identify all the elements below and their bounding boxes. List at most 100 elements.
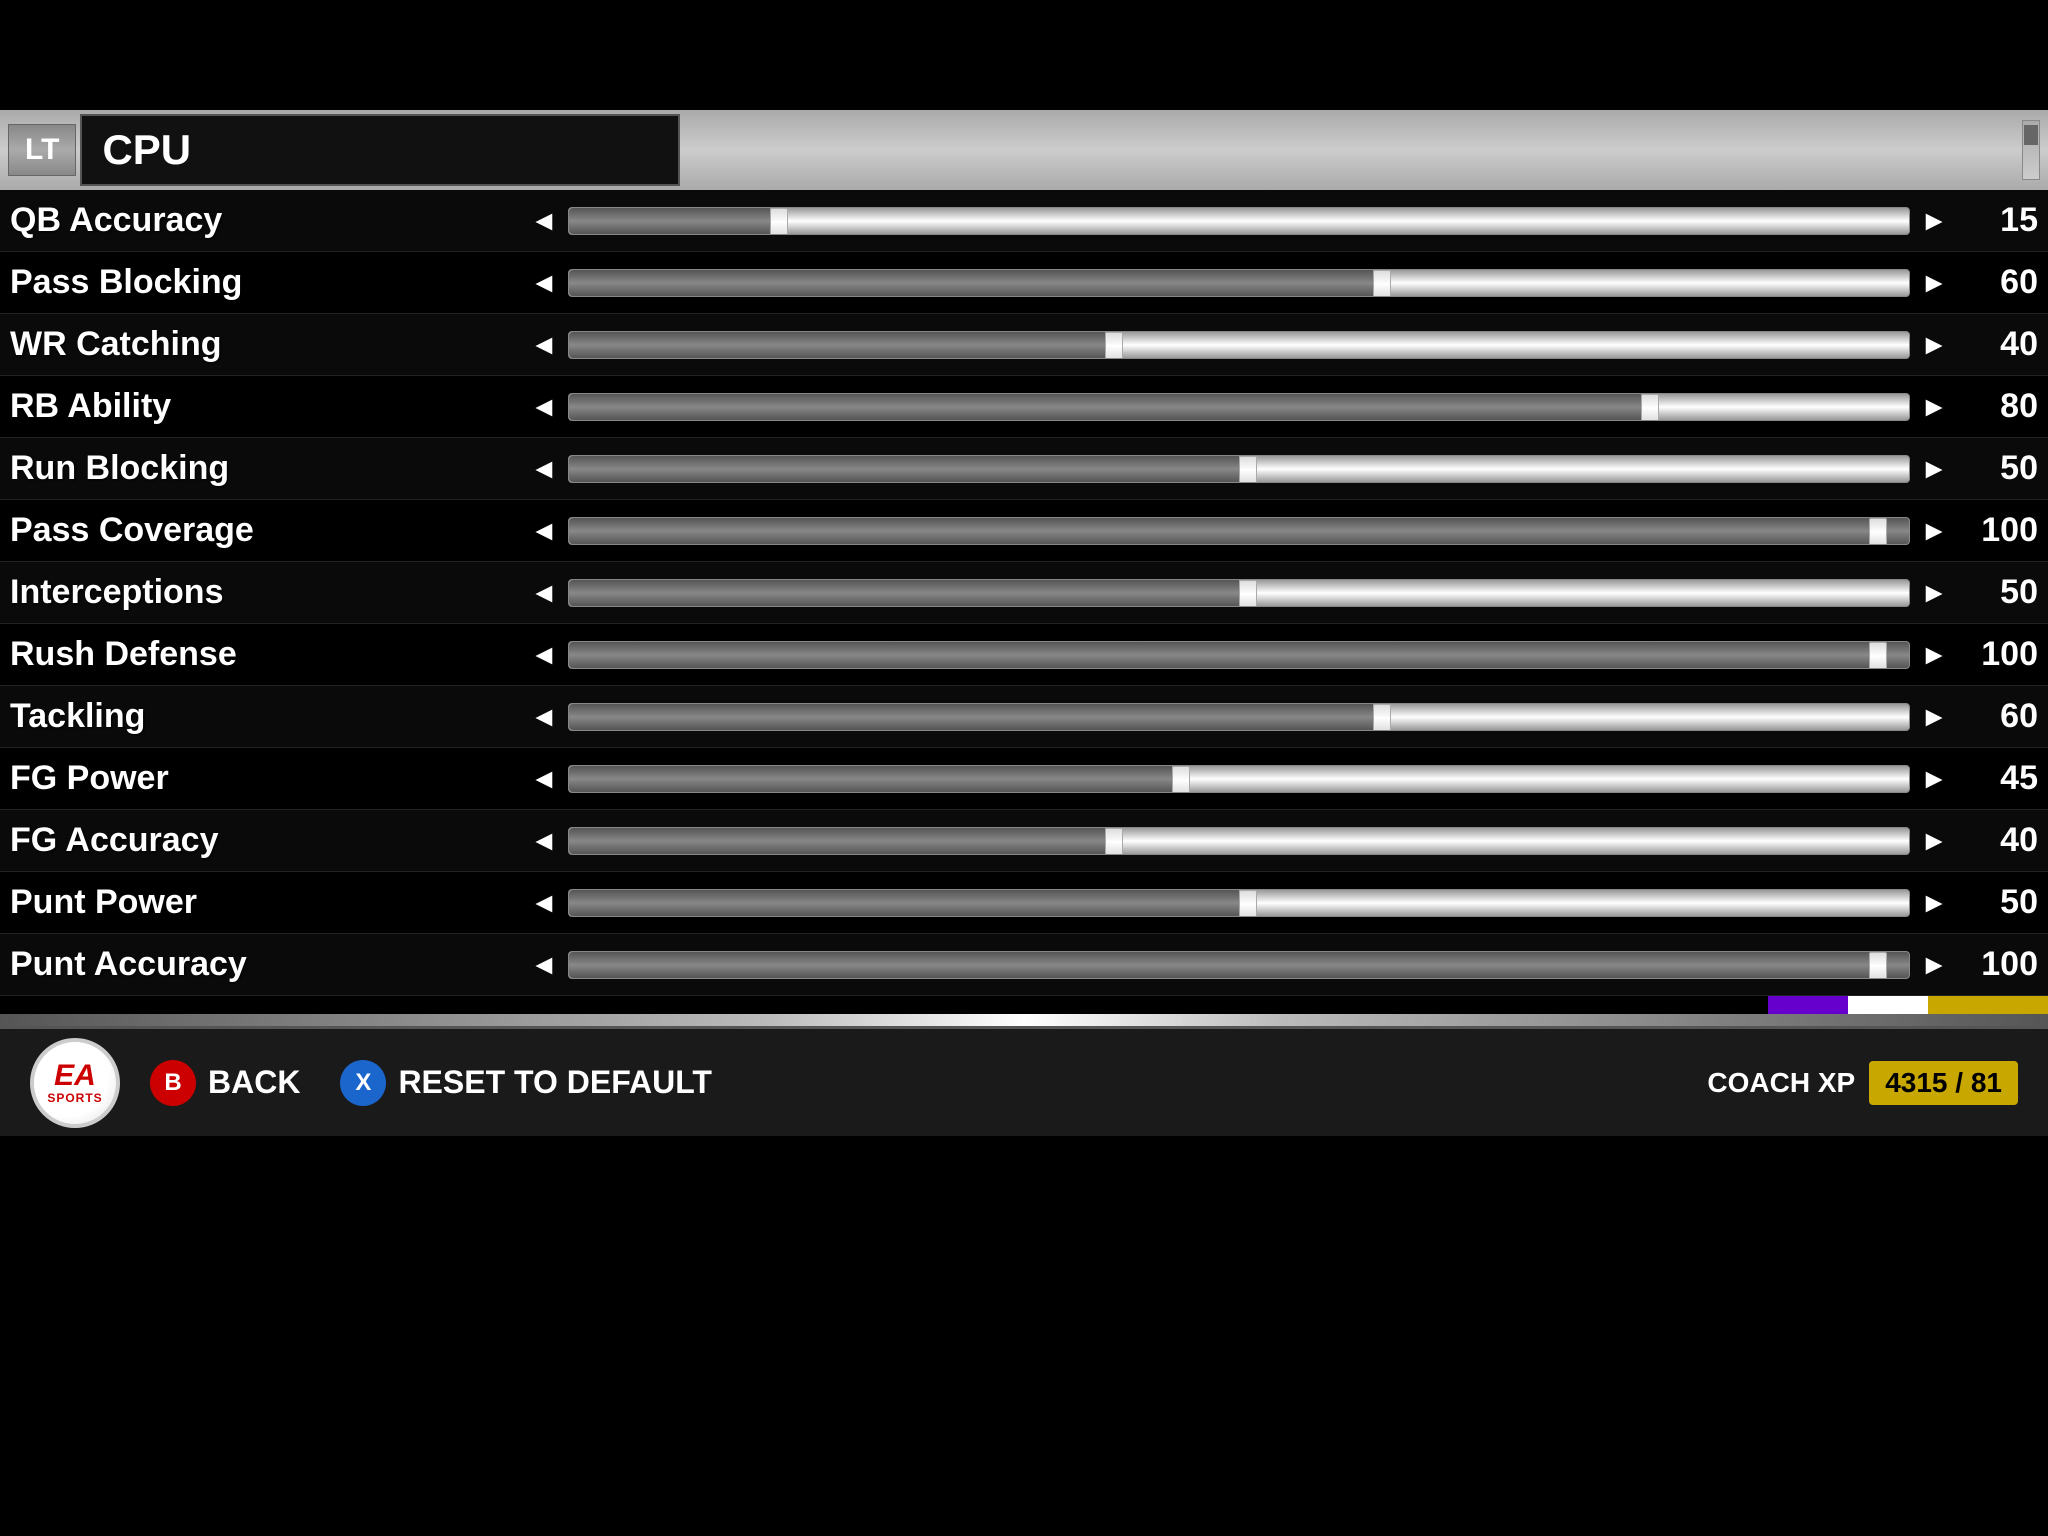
arrow-left-icon[interactable]: ◄ xyxy=(530,639,558,671)
slider-thumb xyxy=(1239,456,1257,483)
stat-label: Run Blocking xyxy=(10,449,530,488)
slider-track[interactable] xyxy=(568,269,1911,297)
slider-track[interactable] xyxy=(568,331,1911,359)
slider-track[interactable] xyxy=(568,455,1911,483)
top-area xyxy=(0,0,2048,110)
button-group: B BACK X RESET TO DEFAULT xyxy=(150,1060,712,1106)
slider-thumb xyxy=(1373,704,1391,731)
arrow-right-icon[interactable]: ► xyxy=(1920,887,1948,919)
stat-row[interactable]: Rush Defense◄►100 xyxy=(0,624,2048,686)
arrow-left-icon[interactable]: ◄ xyxy=(530,887,558,919)
arrow-right-icon[interactable]: ► xyxy=(1920,577,1948,609)
slider-area: ◄► xyxy=(530,329,1948,361)
arrow-left-icon[interactable]: ◄ xyxy=(530,205,558,237)
stat-row[interactable]: FG Accuracy◄►40 xyxy=(0,810,2048,872)
slider-track[interactable] xyxy=(568,765,1911,793)
slider-area: ◄► xyxy=(530,205,1948,237)
arrow-right-icon[interactable]: ► xyxy=(1920,329,1948,361)
stat-value: 100 xyxy=(1948,511,2038,550)
slider-fill xyxy=(569,270,1373,296)
slider-area: ◄► xyxy=(530,515,1948,547)
slider-track[interactable] xyxy=(568,827,1911,855)
arrow-left-icon[interactable]: ◄ xyxy=(530,453,558,485)
arrow-left-icon[interactable]: ◄ xyxy=(530,577,558,609)
slider-area: ◄► xyxy=(530,949,1948,981)
stat-row[interactable]: QB Accuracy◄►15 xyxy=(0,190,2048,252)
arrow-left-icon[interactable]: ◄ xyxy=(530,329,558,361)
arrow-left-icon[interactable]: ◄ xyxy=(530,515,558,547)
stat-row[interactable]: FG Power◄►45 xyxy=(0,748,2048,810)
scrollbar[interactable] xyxy=(2022,120,2040,180)
stat-label: RB Ability xyxy=(10,387,530,426)
slider-fill xyxy=(569,766,1172,792)
scrollbar-thumb xyxy=(2024,125,2038,145)
stat-row[interactable]: Pass Blocking◄►60 xyxy=(0,252,2048,314)
stat-row[interactable]: WR Catching◄►40 xyxy=(0,314,2048,376)
slider-thumb xyxy=(1172,766,1190,793)
back-btn-item[interactable]: B BACK xyxy=(150,1060,300,1106)
slider-track[interactable] xyxy=(568,579,1911,607)
arrow-right-icon[interactable]: ► xyxy=(1920,515,1948,547)
arrow-right-icon[interactable]: ► xyxy=(1920,763,1948,795)
sports-text: SPORTS xyxy=(47,1091,102,1105)
tab-lt[interactable]: LT xyxy=(8,124,76,176)
arrow-right-icon[interactable]: ► xyxy=(1920,949,1948,981)
slider-track[interactable] xyxy=(568,703,1911,731)
arrow-right-icon[interactable]: ► xyxy=(1920,701,1948,733)
arrow-left-icon[interactable]: ◄ xyxy=(530,391,558,423)
stat-value: 50 xyxy=(1948,449,2038,488)
stat-value: 60 xyxy=(1948,263,2038,302)
stat-label: FG Accuracy xyxy=(10,821,530,860)
stat-label: Interceptions xyxy=(10,573,530,612)
slider-area: ◄► xyxy=(530,887,1948,919)
slider-thumb xyxy=(1239,580,1257,607)
arrow-right-icon[interactable]: ► xyxy=(1920,825,1948,857)
stat-value: 45 xyxy=(1948,759,2038,798)
coach-xp: COACH XP 4315 / 81 xyxy=(1707,1061,2018,1105)
x-button[interactable]: X xyxy=(340,1060,386,1106)
arrow-left-icon[interactable]: ◄ xyxy=(530,701,558,733)
slider-area: ◄► xyxy=(530,825,1948,857)
arrow-left-icon[interactable]: ◄ xyxy=(530,763,558,795)
stat-row[interactable]: Punt Power◄►50 xyxy=(0,872,2048,934)
stat-label: Rush Defense xyxy=(10,635,530,674)
arrow-left-icon[interactable]: ◄ xyxy=(530,949,558,981)
slider-track[interactable] xyxy=(568,517,1911,545)
arrow-right-icon[interactable]: ► xyxy=(1920,639,1948,671)
stat-row[interactable]: RB Ability◄►80 xyxy=(0,376,2048,438)
stat-row[interactable]: Tackling◄►60 xyxy=(0,686,2048,748)
arrow-right-icon[interactable]: ► xyxy=(1920,453,1948,485)
band-white xyxy=(1848,996,1928,1014)
stat-row[interactable]: Interceptions◄ ►50 xyxy=(0,562,2048,624)
stat-value: 50 xyxy=(1948,573,2038,612)
reset-btn-item[interactable]: X RESET TO DEFAULT xyxy=(340,1060,712,1106)
slider-track[interactable] xyxy=(568,889,1911,917)
stat-row[interactable]: Punt Accuracy◄►100 xyxy=(0,934,2048,996)
b-button[interactable]: B xyxy=(150,1060,196,1106)
stat-row[interactable]: Run Blocking◄ ►50 xyxy=(0,438,2048,500)
slider-track[interactable] xyxy=(568,951,1911,979)
stat-value: 50 xyxy=(1948,883,2038,922)
slider-track[interactable] xyxy=(568,641,1911,669)
stat-label: Pass Blocking xyxy=(10,263,530,302)
stat-value: 80 xyxy=(1948,387,2038,426)
slider-area: ◄► xyxy=(530,763,1948,795)
slider-track[interactable] xyxy=(568,207,1911,235)
arrow-left-icon[interactable]: ◄ xyxy=(530,825,558,857)
slider-area: ◄► xyxy=(530,267,1948,299)
back-label: BACK xyxy=(208,1064,300,1101)
main-screen: LT CPU QB Accuracy◄►15Pass Blocking◄►60W… xyxy=(0,0,2048,1536)
tab-cpu[interactable]: CPU xyxy=(80,114,680,186)
arrow-right-icon[interactable]: ► xyxy=(1920,391,1948,423)
header-bar: LT CPU xyxy=(0,110,2048,190)
arrow-left-icon[interactable]: ◄ xyxy=(530,267,558,299)
slider-track[interactable] xyxy=(568,393,1911,421)
arrow-right-icon[interactable]: ► xyxy=(1920,267,1948,299)
stat-row[interactable]: Pass Coverage◄►100 xyxy=(0,500,2048,562)
slider-fill xyxy=(569,456,1239,482)
arrow-right-icon[interactable]: ► xyxy=(1920,205,1948,237)
stats-container: QB Accuracy◄►15Pass Blocking◄►60WR Catch… xyxy=(0,190,2048,996)
slider-area: ◄► xyxy=(530,391,1948,423)
slider-fill xyxy=(569,828,1105,854)
stat-value: 15 xyxy=(1948,201,2038,240)
